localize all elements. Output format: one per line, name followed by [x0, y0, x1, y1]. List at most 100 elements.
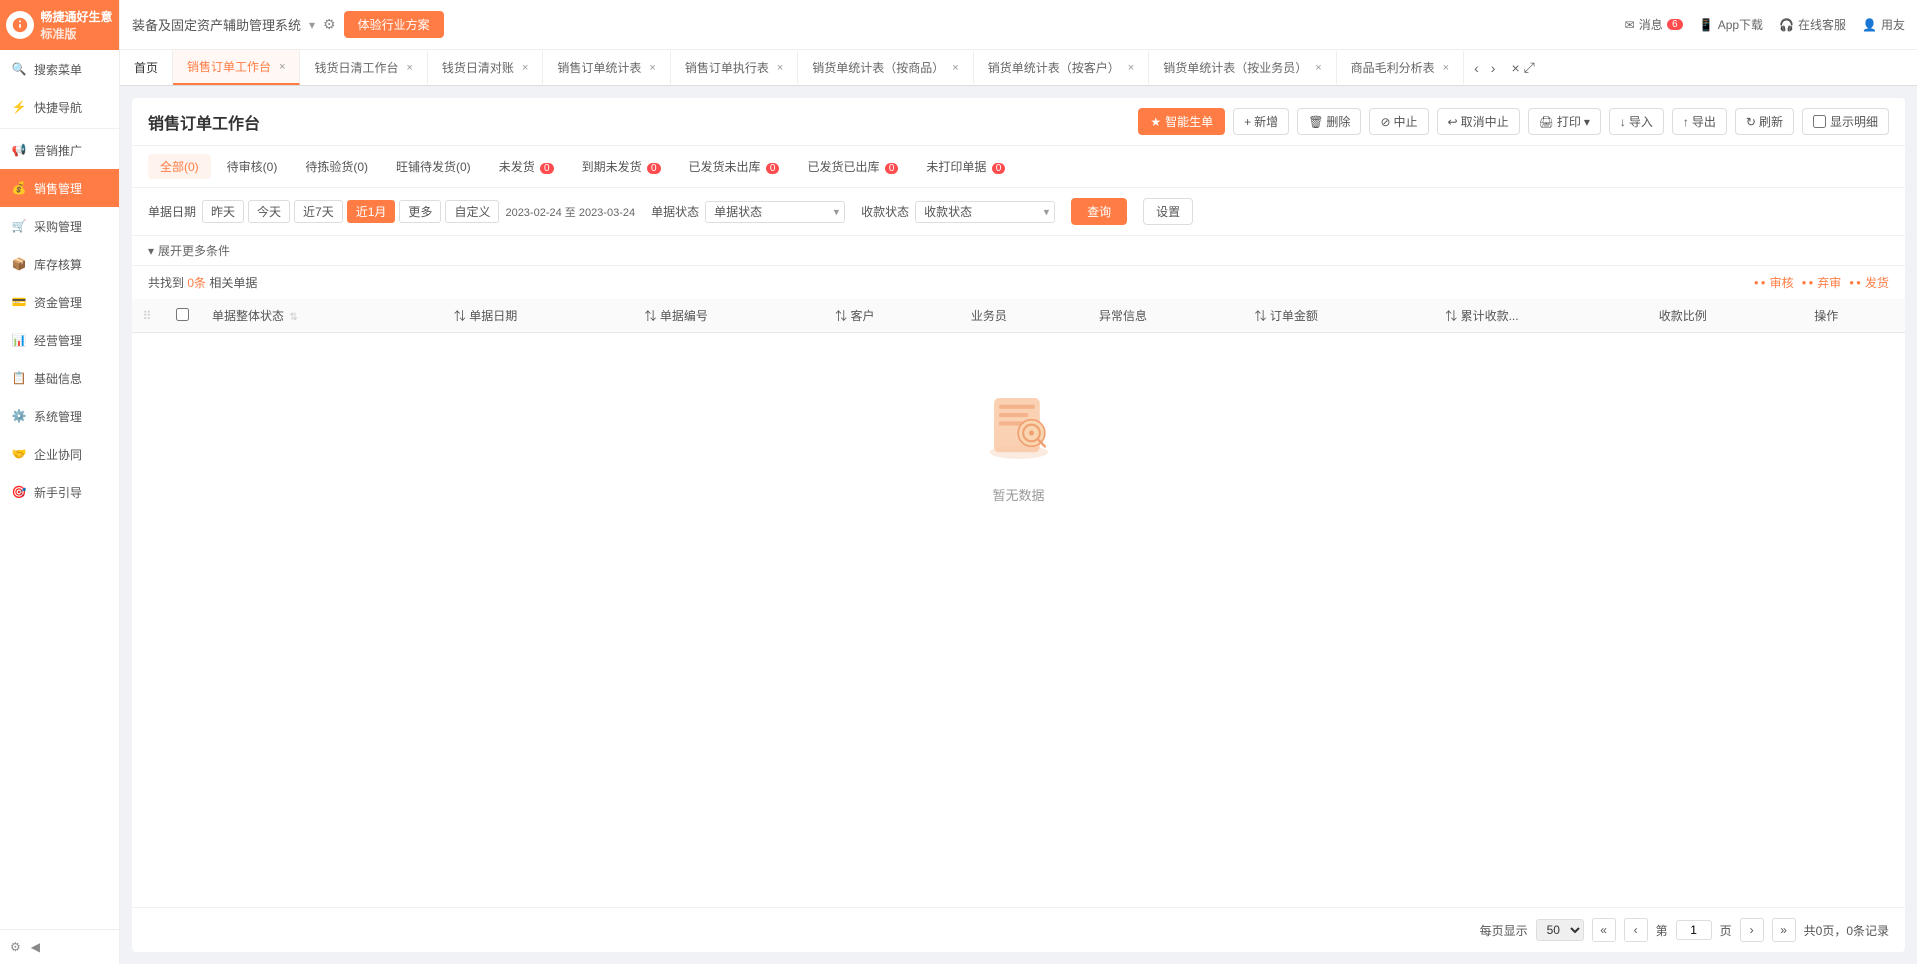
tab-sales-product-stat-close[interactable]: ×	[952, 62, 958, 74]
delete-button[interactable]: 🗑 删除	[1297, 108, 1361, 135]
page-first-button[interactable]: «	[1592, 918, 1616, 942]
collapse-icon[interactable]: ◀	[31, 940, 40, 954]
print-button[interactable]: 🖨 打印 ▾	[1528, 108, 1601, 135]
export-button[interactable]: ↑ 导出	[1672, 108, 1727, 135]
sidebar-item-marketing[interactable]: 📢 营销推广	[0, 131, 119, 169]
tab-sales-staff-stat[interactable]: 销货单统计表（按业务员） ×	[1149, 51, 1336, 84]
tab-cash-daily-label: 钱货日清工作台	[314, 59, 398, 76]
count-text: 共找到	[148, 276, 184, 290]
filter-tab-not-printed[interactable]: 未打印单据 0	[914, 154, 1017, 179]
overdue-badge: 0	[647, 163, 661, 174]
query-button[interactable]: 查询	[1071, 198, 1127, 225]
online-service-action[interactable]: 🎧 在线客服	[1779, 16, 1846, 33]
filter-tab-wangpu[interactable]: 旺铺待发货(0)	[384, 154, 483, 179]
topbar-actions: ✉ 消息 6 📱 App下载 🎧 在线客服 👤 用友	[1625, 16, 1905, 33]
settings-topbar-icon[interactable]: ⚙	[323, 16, 336, 33]
review-action-link[interactable]: ● 审核	[1754, 274, 1794, 291]
expand-conditions-button[interactable]: ▾ 展开更多条件	[148, 242, 1889, 259]
tab-sales-workbench[interactable]: 销售订单工作台 ×	[173, 50, 300, 85]
sidebar-item-finance[interactable]: 💳 资金管理	[0, 283, 119, 321]
status-select-wrap: 单据状态	[705, 201, 845, 223]
sidebar-item-operation[interactable]: 📊 经营管理	[0, 321, 119, 359]
filter-tab-shipped-not-out-label: 已发货未出库	[689, 160, 761, 174]
expand-conditions-row: ▾ 展开更多条件	[132, 236, 1905, 266]
ship-action-link[interactable]: ● 发货	[1849, 274, 1889, 291]
tab-next-button[interactable]: ›	[1487, 58, 1500, 78]
tab-cash-reconcile-close[interactable]: ×	[522, 62, 528, 74]
tab-sales-staff-stat-close[interactable]: ×	[1315, 62, 1321, 74]
page-prev-button[interactable]: ‹	[1624, 918, 1648, 942]
tab-sales-customer-stat-close[interactable]: ×	[1128, 62, 1134, 74]
filter-tab-shipped-out[interactable]: 已发货已出库 0	[795, 154, 910, 179]
tab-cash-daily-close[interactable]: ×	[406, 62, 412, 74]
date-today-btn[interactable]: 今天	[248, 200, 290, 223]
filter-tab-all[interactable]: 全部(0)	[148, 154, 211, 179]
col-customer: ⇅ 客户	[825, 299, 961, 333]
sidebar-item-quick-nav[interactable]: ⚡ 快捷导航	[0, 88, 119, 126]
tab-sales-staff-stat-label: 销货单统计表（按业务员）	[1163, 59, 1307, 76]
sidebar-item-cooperation[interactable]: 🤝 企业协同	[0, 435, 119, 473]
tab-sales-stat-close[interactable]: ×	[649, 62, 655, 74]
status-select[interactable]: 单据状态	[705, 201, 845, 223]
messages-action[interactable]: ✉ 消息 6	[1625, 16, 1683, 33]
filter-tab-pending-review[interactable]: 待审核(0)	[215, 154, 290, 179]
set-button[interactable]: 设置	[1143, 198, 1193, 225]
new-button[interactable]: + 新增	[1233, 108, 1289, 135]
tab-prev-button[interactable]: ‹	[1470, 58, 1483, 78]
page-last-button[interactable]: »	[1772, 918, 1796, 942]
sidebar-item-guide[interactable]: 🎯 新手引导	[0, 473, 119, 511]
message-label: 消息	[1639, 16, 1663, 33]
page-number-input[interactable]	[1676, 920, 1712, 940]
page-size-select[interactable]: 50	[1536, 919, 1584, 941]
stop-button[interactable]: ⊘ 中止	[1369, 108, 1428, 135]
tab-margin-analysis-close[interactable]: ×	[1443, 62, 1449, 74]
date-custom-btn[interactable]: 自定义	[445, 200, 499, 223]
tab-sales-stat[interactable]: 销售订单统计表 ×	[543, 51, 670, 84]
sidebar-item-sales[interactable]: 💰 销售管理	[0, 169, 119, 207]
sidebar-item-basic[interactable]: 📋 基础信息	[0, 359, 119, 397]
settings-icon[interactable]: ⚙	[10, 940, 21, 954]
date-yesterday-btn[interactable]: 昨天	[202, 200, 244, 223]
filter-tab-pending-inspect[interactable]: 待拣验货(0)	[293, 154, 380, 179]
tab-maximize-button[interactable]: ⤢	[1524, 59, 1535, 76]
date-more-btn[interactable]: 更多	[399, 200, 441, 223]
sidebar-item-search[interactable]: 🔍 搜索菜单	[0, 50, 119, 88]
industry-solution-button[interactable]: 体验行业方案	[344, 11, 444, 38]
tab-sales-workbench-close[interactable]: ×	[279, 61, 285, 73]
tab-sales-exec[interactable]: 销售订单执行表 ×	[671, 51, 798, 84]
filter-tab-overdue-not-shipped[interactable]: 到期未发货 0	[570, 154, 673, 179]
col-number: ⇅ 单据编号	[634, 299, 825, 333]
cancel-stop-button[interactable]: ↩ 取消中止	[1437, 108, 1520, 135]
tab-cash-daily[interactable]: 钱货日清工作台 ×	[300, 51, 427, 84]
refresh-icon: ↻	[1746, 115, 1756, 129]
filter-tab-not-shipped[interactable]: 未发货 0	[487, 154, 566, 179]
sidebar-item-quick-nav-label: 快捷导航	[34, 99, 82, 116]
payment-select[interactable]: 收款状态	[915, 201, 1055, 223]
sidebar-item-purchase[interactable]: 🛒 采购管理	[0, 207, 119, 245]
filter-tab-shipped-not-out[interactable]: 已发货未出库 0	[677, 154, 792, 179]
tab-sales-product-stat[interactable]: 销货单统计表（按商品） ×	[798, 51, 973, 84]
show-detail-label[interactable]: 显示明细	[1802, 108, 1889, 135]
tab-margin-analysis[interactable]: 商品毛利分析表 ×	[1337, 51, 1464, 84]
app-download-action[interactable]: 📱 App下载	[1699, 16, 1763, 33]
sidebar-item-system[interactable]: ⚙️ 系统管理	[0, 397, 119, 435]
refresh-button[interactable]: ↻ 刷新	[1735, 108, 1794, 135]
tab-close-all-button[interactable]: ×	[1511, 60, 1519, 76]
page-next-button[interactable]: ›	[1740, 918, 1764, 942]
user-action[interactable]: 👤 用友	[1862, 16, 1905, 33]
tab-sales-exec-close[interactable]: ×	[777, 62, 783, 74]
tab-sales-customer-stat[interactable]: 销货单统计表（按客户） ×	[974, 51, 1149, 84]
date-last7-btn[interactable]: 近7天	[294, 200, 343, 223]
sidebar-item-inventory[interactable]: 📦 库存核算	[0, 245, 119, 283]
select-all-checkbox[interactable]	[176, 308, 189, 321]
dropdown-arrow-icon[interactable]: ▾	[309, 18, 315, 32]
import-button[interactable]: ↓ 导入	[1609, 108, 1664, 135]
operation-icon: 📊	[10, 331, 28, 349]
tab-home[interactable]: 首页	[120, 51, 173, 84]
tab-cash-reconcile[interactable]: 钱货日清对账 ×	[428, 51, 543, 84]
smart-create-button[interactable]: ★ 智能生单	[1138, 108, 1225, 135]
date-last1m-btn[interactable]: 近1月	[347, 200, 396, 223]
unreviewed-action-link[interactable]: ● 弃审	[1802, 274, 1842, 291]
phone-icon: 📱	[1699, 18, 1714, 32]
show-detail-checkbox[interactable]	[1813, 115, 1826, 128]
